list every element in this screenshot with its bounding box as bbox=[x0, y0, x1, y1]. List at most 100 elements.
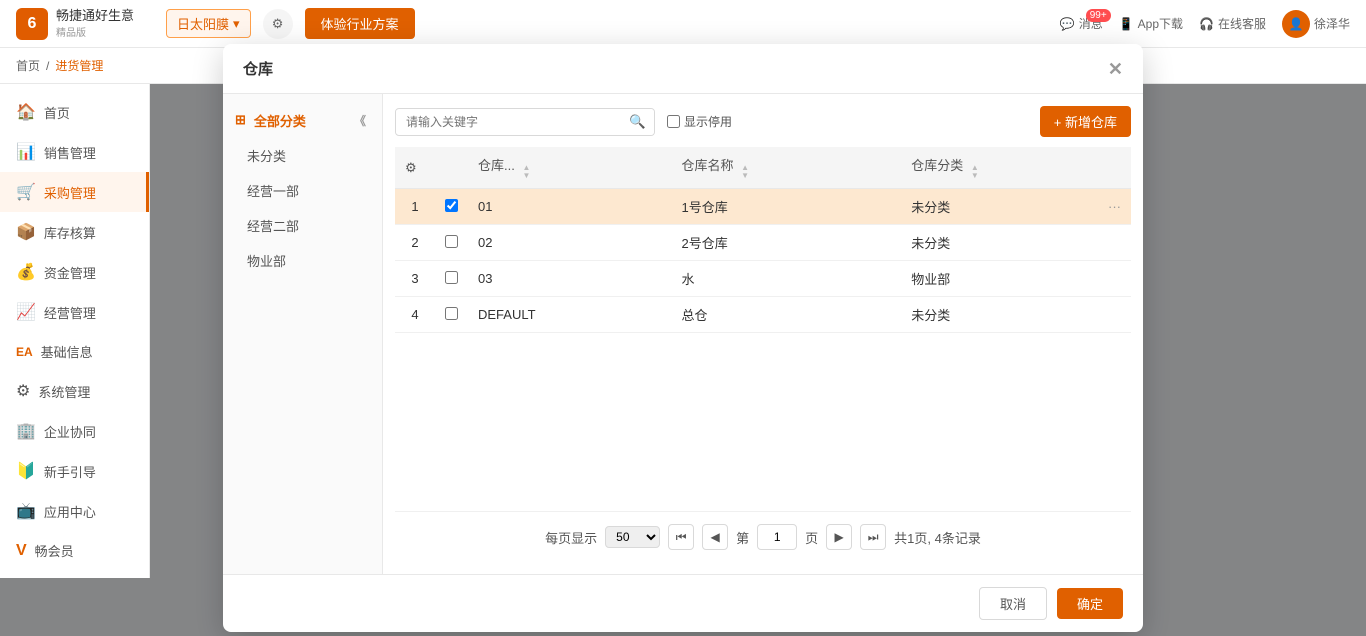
store-selector[interactable]: 日太阳膜 ▾ bbox=[166, 9, 251, 38]
online-service-label: 在线客服 bbox=[1218, 15, 1266, 32]
col-category: 仓库分类 ▲▼ bbox=[901, 147, 1131, 189]
page-size-select[interactable]: 50 100 200 bbox=[605, 526, 660, 548]
row-name: 水 bbox=[672, 261, 902, 297]
settings-icon[interactable]: ⚙ bbox=[263, 9, 293, 39]
sidebar-item-finance[interactable]: 💰资金管理 bbox=[0, 252, 149, 292]
user-item[interactable]: 👤 徐泽华 bbox=[1282, 10, 1350, 38]
row-gear-cell: 1 bbox=[395, 189, 435, 225]
search-icon-button[interactable]: 🔍 bbox=[621, 109, 654, 135]
modal-body: ⊞ 全部分类 《 未分类 经营一部 经营二部 物业部 🔍 bbox=[223, 94, 1143, 574]
sidebar-item-inventory[interactable]: 📦库存核算 bbox=[0, 212, 149, 252]
enterprise-icon: 🏢 bbox=[16, 421, 36, 441]
table-row[interactable]: 1 01 1号仓库 未分类··· bbox=[395, 189, 1131, 225]
operations-icon: 📈 bbox=[16, 302, 36, 322]
sales-icon: 📊 bbox=[16, 142, 36, 162]
sidebar-item-operations[interactable]: 📈经营管理 bbox=[0, 292, 149, 332]
sort-category-icon[interactable]: ▲▼ bbox=[971, 164, 979, 180]
row-name: 2号仓库 bbox=[672, 225, 902, 261]
sidebar-item-member[interactable]: V畅会员 bbox=[0, 531, 149, 570]
col-settings[interactable]: ⚙ bbox=[395, 147, 435, 189]
basic-info-icon: EA bbox=[16, 345, 33, 359]
message-icon: 💬 bbox=[1060, 17, 1075, 31]
sidebar-item-basic-info[interactable]: EA基础信息 bbox=[0, 332, 149, 371]
add-warehouse-button[interactable]: + 新增仓库 bbox=[1040, 106, 1131, 137]
grid-icon: ⊞ bbox=[235, 112, 246, 128]
page-first-button[interactable]: ⏮ bbox=[668, 524, 694, 550]
headset-icon: 🎧 bbox=[1199, 17, 1214, 31]
row-checkbox[interactable] bbox=[445, 307, 458, 320]
row-checkbox-cell[interactable] bbox=[435, 225, 468, 261]
row-category: 物业部 bbox=[901, 261, 1131, 296]
row-category: 未分类 bbox=[901, 297, 1131, 332]
experience-button[interactable]: 体验行业方案 bbox=[305, 8, 415, 39]
row-checkbox-cell[interactable] bbox=[435, 297, 468, 333]
app-sub: 精品版 bbox=[56, 24, 134, 39]
page-prev-button[interactable]: ◀ bbox=[702, 524, 728, 550]
category-item-dept2[interactable]: 经营二部 bbox=[223, 208, 382, 243]
row-checkbox[interactable] bbox=[445, 199, 458, 212]
show-disabled-wrap: 显示停用 bbox=[667, 113, 732, 130]
modal-title: 仓库 bbox=[243, 58, 273, 79]
row-checkbox[interactable] bbox=[445, 235, 458, 248]
table-toolbar: 🔍 显示停用 + 新增仓库 bbox=[395, 106, 1131, 137]
page-input[interactable] bbox=[757, 524, 797, 550]
row-code: 03 bbox=[468, 261, 672, 297]
store-name: 日太阳膜 bbox=[177, 14, 229, 33]
breadcrumb-home[interactable]: 首页 bbox=[16, 57, 40, 74]
category-item-unclassified[interactable]: 未分类 bbox=[223, 138, 382, 173]
page-label-pre: 第 bbox=[736, 528, 749, 547]
sort-name-icon[interactable]: ▲▼ bbox=[741, 164, 749, 180]
pagination: 每页显示 50 100 200 ⏮ ◀ 第 页 ▶ ⏭ 共1页, 4条记录 bbox=[395, 511, 1131, 562]
modal-overlay[interactable]: 6 畅捷通好生意 精品版 日太阳膜 ▾ ⚙ 体验行业方案 💬 消息 99+ bbox=[0, 0, 1366, 636]
show-disabled-label: 显示停用 bbox=[684, 113, 732, 130]
sidebar-item-system[interactable]: ⚙系统管理 bbox=[0, 371, 149, 411]
all-categories-label: 全部分类 bbox=[254, 111, 306, 130]
finance-icon: 💰 bbox=[16, 262, 36, 282]
search-input[interactable] bbox=[396, 110, 621, 134]
table-row[interactable]: 2 02 2号仓库 未分类 bbox=[395, 225, 1131, 261]
app-logo: 6 bbox=[16, 8, 48, 40]
sidebar-item-guide[interactable]: 🔰新手引导 bbox=[0, 451, 149, 491]
search-input-wrap[interactable]: 🔍 bbox=[395, 108, 655, 136]
row-gear-cell: 2 bbox=[395, 225, 435, 261]
app-download-item[interactable]: 📱 App下载 bbox=[1119, 15, 1183, 32]
row-name: 1号仓库 bbox=[672, 189, 902, 225]
system-icon: ⚙ bbox=[16, 381, 30, 401]
apps-icon: 📺 bbox=[16, 501, 36, 521]
table-panel: 🔍 显示停用 + 新增仓库 ⚙ bbox=[383, 94, 1143, 574]
logo-area: 6 畅捷通好生意 精品版 bbox=[16, 8, 166, 40]
table-row[interactable]: 3 03 水 物业部 bbox=[395, 261, 1131, 297]
row-checkbox-cell[interactable] bbox=[435, 189, 468, 225]
modal-header: 仓库 ✕ bbox=[223, 44, 1143, 94]
col-checkbox bbox=[435, 147, 468, 189]
messages-item[interactable]: 💬 消息 99+ bbox=[1060, 15, 1103, 32]
page-last-button[interactable]: ⏭ bbox=[860, 524, 886, 550]
category-item-property[interactable]: 物业部 bbox=[223, 243, 382, 278]
sidebar-item-purchase[interactable]: 🛒采购管理 bbox=[0, 172, 149, 212]
show-disabled-checkbox[interactable] bbox=[667, 115, 680, 128]
all-categories-item[interactable]: ⊞ 全部分类 《 bbox=[223, 102, 382, 138]
sidebar-item-home[interactable]: 🏠首页 bbox=[0, 92, 149, 132]
sidebar-item-enterprise[interactable]: 🏢企业协同 bbox=[0, 411, 149, 451]
row-gear-cell: 4 bbox=[395, 297, 435, 333]
page-next-button[interactable]: ▶ bbox=[826, 524, 852, 550]
cancel-button[interactable]: 取消 bbox=[979, 587, 1047, 620]
table-row[interactable]: 4 DEFAULT 总仓 未分类 bbox=[395, 297, 1131, 333]
row-more-button[interactable]: ··· bbox=[1108, 199, 1121, 214]
breadcrumb-separator: / bbox=[46, 59, 49, 73]
sidebar-item-apps[interactable]: 📺应用中心 bbox=[0, 491, 149, 531]
avatar: 👤 bbox=[1282, 10, 1310, 38]
row-checkbox[interactable] bbox=[445, 271, 458, 284]
row-checkbox-cell[interactable] bbox=[435, 261, 468, 297]
row-gear-cell: 3 bbox=[395, 261, 435, 297]
warehouse-table: ⚙ 仓库... ▲▼ 仓库名称 ▲▼ bbox=[395, 147, 1131, 333]
row-name: 总仓 bbox=[672, 297, 902, 333]
category-item-dept1[interactable]: 经营一部 bbox=[223, 173, 382, 208]
confirm-button[interactable]: 确定 bbox=[1057, 588, 1123, 619]
modal-close-button[interactable]: ✕ bbox=[1108, 60, 1123, 78]
app-name: 畅捷通好生意 bbox=[56, 8, 134, 24]
collapse-icon[interactable]: 《 bbox=[350, 110, 370, 130]
sidebar-item-sales[interactable]: 📊销售管理 bbox=[0, 132, 149, 172]
online-service-item[interactable]: 🎧 在线客服 bbox=[1199, 15, 1266, 32]
sort-code-icon[interactable]: ▲▼ bbox=[522, 164, 530, 180]
